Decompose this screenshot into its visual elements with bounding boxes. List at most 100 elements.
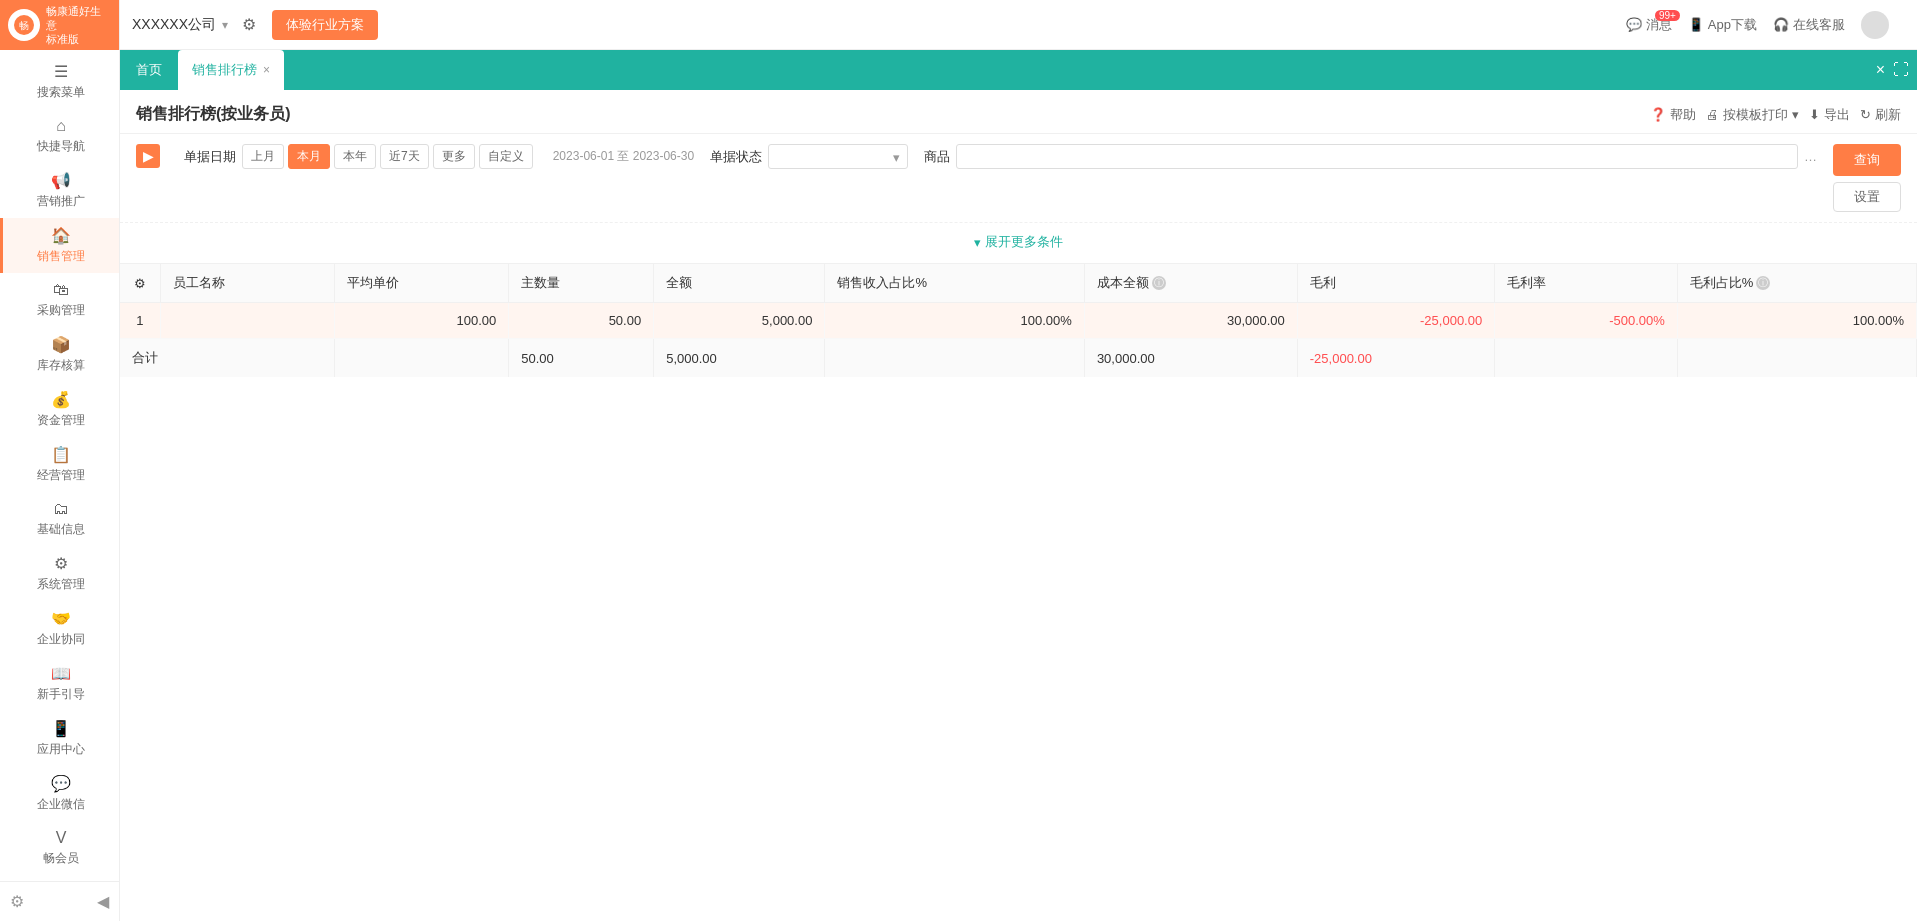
cell-profit-pct: 100.00% bbox=[1677, 303, 1916, 339]
cell-profit-rate: -500.00% bbox=[1495, 303, 1678, 339]
message-btn[interactable]: 💬 消息 99+ bbox=[1626, 16, 1672, 34]
online-support-btn[interactable]: 🎧 在线客服 bbox=[1773, 16, 1845, 34]
sidebar-item-inventory[interactable]: 📦 库存核算 bbox=[0, 327, 119, 382]
sidebar-logo: 畅 畅康通好生意 标准版 bbox=[0, 0, 119, 50]
status-select[interactable] bbox=[768, 144, 908, 169]
settings-icon: ⚙ bbox=[134, 276, 146, 291]
date-last7-btn[interactable]: 近7天 bbox=[380, 144, 429, 169]
date-this-month-btn[interactable]: 本月 bbox=[288, 144, 330, 169]
print-btn[interactable]: 🖨 按模板打印 ▾ bbox=[1706, 106, 1799, 124]
sidebar-item-system[interactable]: ⚙ 系统管理 bbox=[0, 546, 119, 601]
cell-avg-price: 100.00 bbox=[334, 303, 508, 339]
app-download-btn[interactable]: 📱 App下载 bbox=[1688, 16, 1757, 34]
svg-text:畅: 畅 bbox=[19, 20, 29, 31]
query-button[interactable]: 查询 bbox=[1833, 144, 1901, 176]
sidebar-bottom: ⚙ ◀ bbox=[0, 881, 119, 921]
date-range-display: 2023-06-01 至 2023-06-30 bbox=[553, 148, 694, 165]
tab-sales-ranking[interactable]: 销售排行榜 × bbox=[178, 50, 284, 90]
tabbar-close-icon[interactable]: × bbox=[1876, 61, 1885, 79]
logo-text: 畅康通好生意 标准版 bbox=[46, 4, 111, 47]
tab-home[interactable]: 首页 bbox=[120, 50, 178, 90]
member-icon: V bbox=[56, 829, 67, 847]
sidebar-item-finance[interactable]: 💰 资金管理 bbox=[0, 382, 119, 437]
trial-button[interactable]: 体验行业方案 bbox=[272, 10, 378, 40]
tabbar-right: × ⛶ bbox=[1876, 61, 1917, 79]
help-btn[interactable]: ❓ 帮助 bbox=[1650, 106, 1696, 124]
col-avg-price: 平均单价 bbox=[334, 264, 508, 303]
tab-close-icon[interactable]: × bbox=[263, 63, 270, 77]
message-badge: 99+ bbox=[1655, 10, 1680, 21]
cost-info-icon[interactable]: ⓘ bbox=[1152, 276, 1166, 290]
avatar[interactable] bbox=[1861, 11, 1889, 39]
filter-fields: 单据日期 上月 本月 本年 近7天 更多 自定义 2023-06-01 bbox=[184, 144, 1817, 169]
page-title: 销售排行榜(按业务员) bbox=[136, 104, 291, 125]
filter-section: ▶ 单据日期 上月 本月 本年 近7天 更多 自定义 bbox=[120, 134, 1917, 264]
operations-icon: 📋 bbox=[51, 445, 71, 464]
export-btn[interactable]: ⬇ 导出 bbox=[1809, 106, 1850, 124]
sidebar-collapse-btn[interactable]: ◀ bbox=[97, 892, 109, 911]
sidebar-item-operations[interactable]: 📋 经营管理 bbox=[0, 437, 119, 492]
date-custom-btn[interactable]: 自定义 bbox=[479, 144, 533, 169]
sidebar-item-sales[interactable]: 🏠 销售管理 bbox=[0, 218, 119, 273]
date-filter: 单据日期 上月 本月 本年 近7天 更多 自定义 bbox=[184, 144, 533, 169]
cell-qty: 50.00 bbox=[509, 303, 654, 339]
sidebar-item-enterprise[interactable]: 🤝 企业协同 bbox=[0, 601, 119, 656]
goods-input[interactable] bbox=[956, 144, 1798, 169]
col-profit-pct: 毛利占比% ⓘ bbox=[1677, 264, 1916, 303]
main: XXXXXX公司 ▾ ⚙ 体验行业方案 💬 消息 99+ 📱 App下载 🎧 在… bbox=[120, 0, 1917, 921]
col-name: 员工名称 bbox=[160, 264, 334, 303]
refresh-btn[interactable]: ↻ 刷新 bbox=[1860, 106, 1901, 124]
sidebar-item-base-info[interactable]: 🗂 基础信息 bbox=[0, 492, 119, 546]
logo-icon: 畅 bbox=[8, 9, 40, 41]
footer-profit: -25,000.00 bbox=[1297, 339, 1494, 378]
goods-label: 商品 bbox=[924, 148, 950, 166]
company-selector[interactable]: XXXXXX公司 ▾ bbox=[132, 16, 228, 34]
message-icon: 💬 bbox=[1626, 17, 1642, 32]
home-icon: ⌂ bbox=[56, 117, 66, 135]
sales-icon: 🏠 bbox=[51, 226, 71, 245]
footer-profit-rate bbox=[1495, 339, 1678, 378]
base-info-icon: 🗂 bbox=[53, 500, 69, 518]
topbar-right: 💬 消息 99+ 📱 App下载 🎧 在线客服 bbox=[1626, 11, 1905, 39]
date-last-month-btn[interactable]: 上月 bbox=[242, 144, 284, 169]
col-cost: 成本全额 ⓘ bbox=[1084, 264, 1297, 303]
filter-expand-arrow-icon[interactable]: ▶ bbox=[136, 144, 160, 168]
profit-pct-info-icon[interactable]: ⓘ bbox=[1756, 276, 1770, 290]
sidebar-settings-btn[interactable]: ⚙ bbox=[10, 892, 24, 911]
sidebar-item-search[interactable]: ☰ 搜索菜单 bbox=[0, 54, 119, 109]
sidebar-item-app-center[interactable]: 📱 应用中心 bbox=[0, 711, 119, 766]
topbar-gear-icon[interactable]: ⚙ bbox=[242, 15, 256, 34]
footer-sales-pct bbox=[825, 339, 1084, 378]
sidebar-item-quick-nav[interactable]: ⌂ 快捷导航 bbox=[0, 109, 119, 163]
company-name: XXXXXX公司 bbox=[132, 16, 216, 34]
app-center-icon: 📱 bbox=[51, 719, 71, 738]
tabbar: 首页 销售排行榜 × × ⛶ bbox=[120, 50, 1917, 90]
col-profit-rate: 毛利率 bbox=[1495, 264, 1678, 303]
sidebar-item-purchase[interactable]: 🛍 采购管理 bbox=[0, 273, 119, 327]
expand-more-btn[interactable]: ▾ 展开更多条件 bbox=[974, 229, 1063, 255]
print-dropdown-icon: ▾ bbox=[1792, 107, 1799, 122]
sidebar-item-marketing[interactable]: 📢 营销推广 bbox=[0, 163, 119, 218]
footer-cost: 30,000.00 bbox=[1084, 339, 1297, 378]
tabbar-expand-icon[interactable]: ⛶ bbox=[1893, 61, 1909, 79]
page: 销售排行榜(按业务员) ❓ 帮助 🖨 按模板打印 ▾ ⬇ 导出 bbox=[120, 90, 1917, 921]
footer-amount: 5,000.00 bbox=[654, 339, 825, 378]
sidebar-item-member[interactable]: V 畅会员 bbox=[0, 821, 119, 875]
cell-sales-pct: 100.00% bbox=[825, 303, 1084, 339]
sidebar-item-guide[interactable]: 📖 新手引导 bbox=[0, 656, 119, 711]
purchase-icon: 🛍 bbox=[53, 281, 69, 299]
col-rank: ⚙ bbox=[120, 264, 160, 303]
footer-label: 合计 bbox=[120, 339, 334, 378]
goods-more-icon[interactable]: … bbox=[1804, 149, 1817, 164]
date-more-btn[interactable]: 更多 bbox=[433, 144, 475, 169]
col-qty: 主数量 bbox=[509, 264, 654, 303]
footer-qty: 50.00 bbox=[509, 339, 654, 378]
phone-icon: 📱 bbox=[1688, 17, 1704, 32]
sidebar-item-enterprise-wechat[interactable]: 💬 企业微信 bbox=[0, 766, 119, 821]
date-this-year-btn[interactable]: 本年 bbox=[334, 144, 376, 169]
settings-button[interactable]: 设置 bbox=[1833, 182, 1901, 212]
sidebar-nav: ☰ 搜索菜单 ⌂ 快捷导航 📢 营销推广 🏠 销售管理 🛍 采购管理 📦 库存核… bbox=[0, 50, 119, 881]
date-label: 单据日期 bbox=[184, 148, 236, 166]
topbar: XXXXXX公司 ▾ ⚙ 体验行业方案 💬 消息 99+ 📱 App下载 🎧 在… bbox=[120, 0, 1917, 50]
col-sales-pct: 销售收入占比% bbox=[825, 264, 1084, 303]
